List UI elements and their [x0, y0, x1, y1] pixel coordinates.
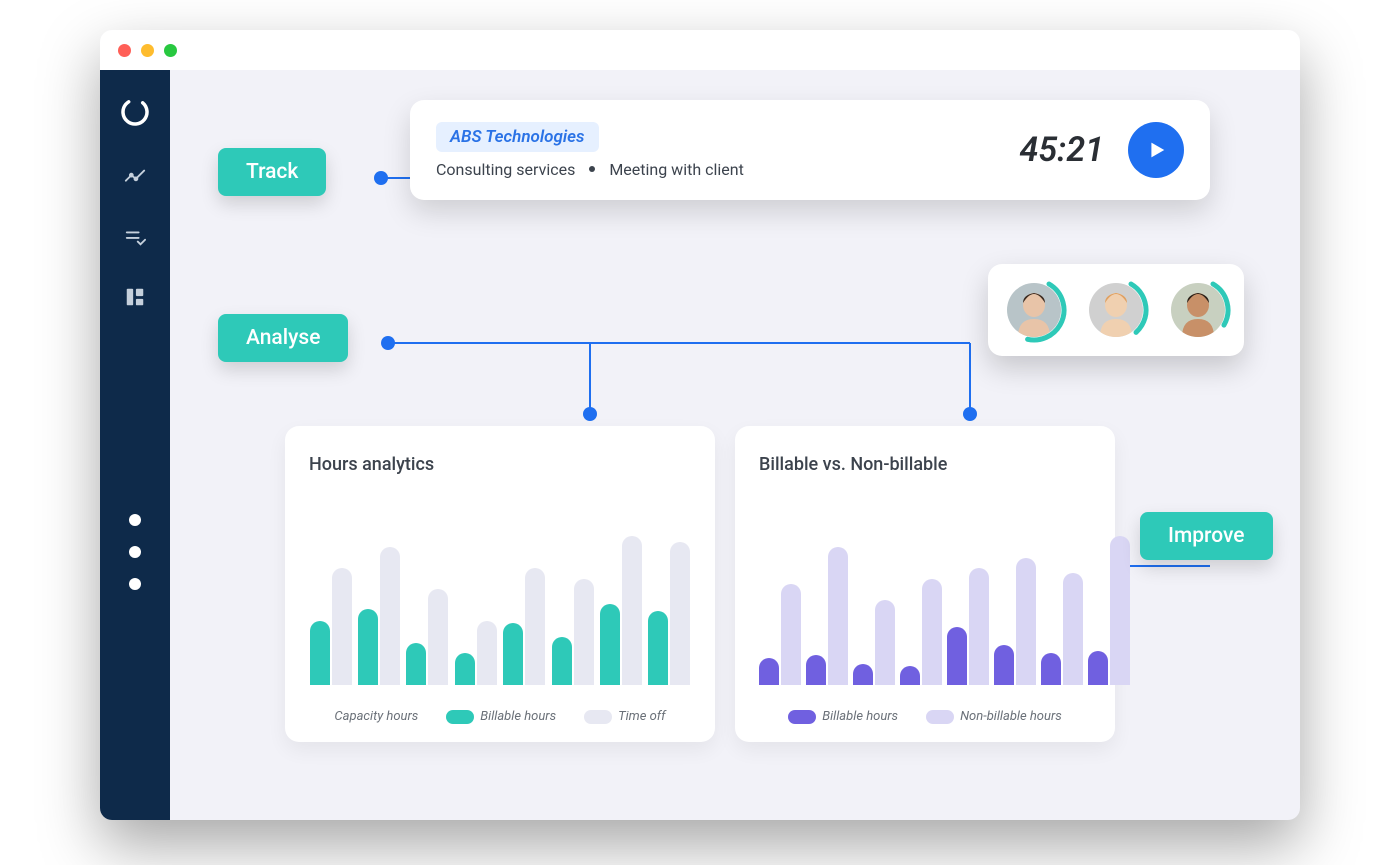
bar: [552, 637, 572, 685]
bar-group: [503, 568, 546, 685]
client-tag[interactable]: ABS Technologies: [436, 122, 599, 152]
bar-group: [406, 589, 449, 685]
bar-group: [454, 621, 497, 685]
bar: [994, 645, 1014, 685]
timer-task: Meeting with client: [609, 160, 744, 179]
hours-analytics-card: Hours analytics Capacity hours Billable …: [285, 426, 715, 742]
bar-group: [759, 584, 801, 685]
avatar[interactable]: [1083, 277, 1149, 343]
improve-label: Improve: [1140, 512, 1273, 560]
logo-icon: [119, 96, 151, 132]
sidebar-dot[interactable]: [129, 546, 141, 558]
bar: [853, 664, 873, 685]
bar: [1041, 653, 1061, 685]
billable-chart-bars: [759, 515, 1091, 685]
bar-group: [994, 558, 1036, 686]
hours-chart-bars: [309, 515, 691, 685]
bar: [332, 568, 352, 685]
connector-node: [963, 407, 977, 421]
bar: [600, 604, 620, 685]
chart-title: Hours analytics: [309, 454, 691, 475]
connector-node: [381, 336, 395, 350]
avatar[interactable]: [1001, 277, 1067, 343]
bar: [455, 653, 475, 685]
bar: [503, 623, 523, 685]
timer-card: ABS Technologies Consulting services Mee…: [410, 100, 1210, 200]
billable-chart-legend: Billable hours Non-billable hours: [759, 709, 1091, 724]
window-titlebar: [100, 30, 1300, 70]
bar-group: [806, 547, 848, 685]
bar: [525, 568, 545, 685]
bar: [648, 611, 668, 685]
team-card: [988, 264, 1244, 356]
bar: [969, 568, 989, 685]
bar: [477, 621, 497, 685]
bar-group: [648, 542, 691, 685]
bar: [806, 655, 826, 685]
bar: [310, 621, 330, 685]
bar: [1088, 651, 1108, 685]
bar: [1016, 558, 1036, 686]
bar-group: [357, 547, 400, 685]
bar: [922, 579, 942, 685]
billable-card: Billable vs. Non-billable Billable hours…: [735, 426, 1115, 742]
avatar[interactable]: [1165, 277, 1231, 343]
bar: [947, 627, 967, 685]
bar-group: [947, 568, 989, 685]
bar: [828, 547, 848, 685]
bar: [670, 542, 690, 685]
bar-group: [853, 600, 895, 685]
bar: [1110, 536, 1130, 685]
legend-item: Non-billable hours: [926, 709, 1062, 724]
bullet-separator: [589, 166, 595, 172]
legend-item: Time off: [584, 709, 666, 724]
play-button[interactable]: [1128, 122, 1184, 178]
bar: [406, 643, 426, 686]
bar: [781, 584, 801, 685]
window-minimize-dot[interactable]: [141, 44, 154, 57]
connector-node: [583, 407, 597, 421]
bar-group: [599, 536, 642, 685]
sidebar-dot[interactable]: [129, 514, 141, 526]
timer-project: Consulting services: [436, 160, 575, 179]
timer-elapsed: 45:21: [1020, 130, 1104, 170]
bar: [574, 579, 594, 685]
bar: [900, 666, 920, 685]
track-label: Track: [218, 148, 326, 196]
trend-icon[interactable]: [124, 166, 146, 192]
bar-group: [1088, 536, 1130, 685]
bar: [875, 600, 895, 685]
sidebar: [100, 70, 170, 820]
analyse-label: Analyse: [218, 314, 348, 362]
bar: [380, 547, 400, 685]
bar-group: [1041, 573, 1083, 685]
grid-icon[interactable]: [124, 286, 146, 312]
bar: [358, 609, 378, 686]
chart-title: Billable vs. Non-billable: [759, 454, 1091, 475]
legend-item: Billable hours: [788, 709, 898, 724]
window-maximize-dot[interactable]: [164, 44, 177, 57]
play-icon: [1145, 139, 1167, 161]
bar-group: [309, 568, 352, 685]
bar-group: [551, 579, 594, 685]
list-check-icon[interactable]: [124, 226, 146, 252]
bar: [759, 658, 779, 685]
legend-item: Capacity hours: [334, 709, 418, 724]
window-close-dot[interactable]: [118, 44, 131, 57]
bar: [428, 589, 448, 685]
bar: [1063, 573, 1083, 685]
sidebar-dot[interactable]: [129, 578, 141, 590]
bar: [622, 536, 642, 685]
bar-group: [900, 579, 942, 685]
legend-item: Billable hours: [446, 709, 556, 724]
connector-node: [374, 171, 388, 185]
hours-chart-legend: Capacity hours Billable hours Time off: [309, 709, 691, 724]
